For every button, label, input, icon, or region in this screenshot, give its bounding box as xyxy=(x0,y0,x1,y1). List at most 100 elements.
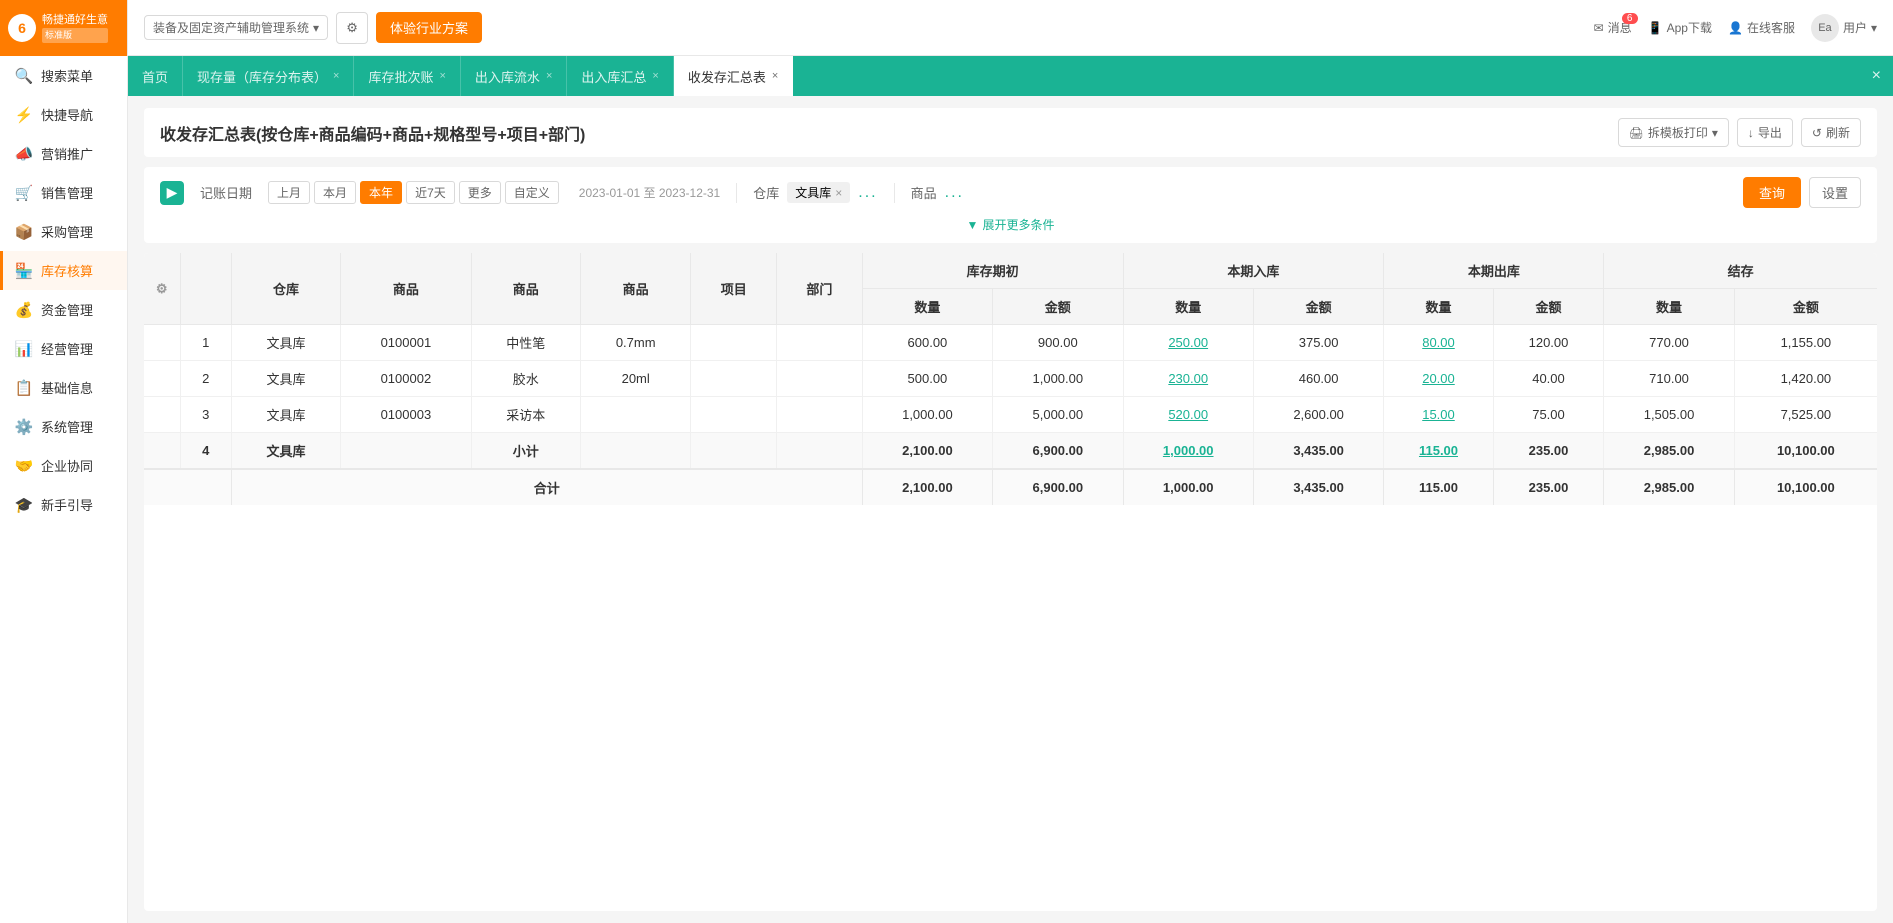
cell-project xyxy=(691,325,777,361)
date-btn-this-year[interactable]: 本年 xyxy=(360,181,402,204)
date-btn-last-month[interactable]: 上月 xyxy=(268,181,310,204)
cell-out-qty[interactable]: 15.00 xyxy=(1384,397,1493,433)
goods-more-dots[interactable]: ... xyxy=(945,184,964,202)
cell-end-qty: 710.00 xyxy=(1604,361,1734,397)
cell-end-amt: 10,100.00 xyxy=(1734,433,1877,470)
table-settings-icon[interactable]: ⚙ xyxy=(156,281,168,296)
gear-icon: ⚙ xyxy=(346,20,358,36)
cell-goods-name: 胶水 xyxy=(471,361,580,397)
sidebar-item-finance[interactable]: 💰 资金管理 xyxy=(0,290,127,329)
tab-recv-send[interactable]: 收发存汇总表 × xyxy=(674,56,793,96)
inventory-icon: 🏪 xyxy=(15,262,33,280)
warehouse-tag: 文具库 × xyxy=(787,182,850,203)
cell-no: 3 xyxy=(180,397,231,433)
cell-open-amt: 5,000.00 xyxy=(993,397,1123,433)
page-title: 收发存汇总表(按仓库+商品编码+商品+规格型号+项目+部门) xyxy=(160,121,585,145)
tab-inout-summary[interactable]: 出入库汇总 × xyxy=(567,56,673,96)
tab-inventory-dist[interactable]: 现存量（库存分布表） × xyxy=(183,56,354,96)
tab-batch[interactable]: 库存批次账 × xyxy=(354,56,460,96)
cell-in-qty[interactable]: 250.00 xyxy=(1123,325,1253,361)
sidebar-item-sales[interactable]: 🛒 销售管理 xyxy=(0,173,127,212)
sidebar-item-enterprise[interactable]: 🤝 企业协同 xyxy=(0,446,127,485)
table-row: 4文具库小计2,100.006,900.001,000.003,435.0011… xyxy=(144,433,1877,470)
app-download-action[interactable]: 📱 App下载 xyxy=(1648,19,1712,36)
toolbar: 🖨 拆模板打印 ▾ ↓ 导出 ↺ 刷新 xyxy=(1618,118,1861,147)
cell-settings xyxy=(144,433,180,470)
refresh-button[interactable]: ↺ 刷新 xyxy=(1801,118,1861,147)
export-button[interactable]: ↓ 导出 xyxy=(1737,118,1793,147)
date-btn-this-month[interactable]: 本月 xyxy=(314,181,356,204)
tab-close-inout-flow[interactable]: × xyxy=(546,70,552,82)
cell-in-qty[interactable]: 520.00 xyxy=(1123,397,1253,433)
experience-button[interactable]: 体验行业方案 xyxy=(376,12,482,43)
sidebar-item-search[interactable]: 🔍 搜索菜单 xyxy=(0,56,127,95)
tab-home[interactable]: 首页 xyxy=(128,56,183,96)
tab-close-recv-send[interactable]: × xyxy=(772,70,778,82)
cell-out-amt: 75.00 xyxy=(1493,397,1604,433)
cell-in-amt: 2,600.00 xyxy=(1253,397,1383,433)
th-end-qty: 数量 xyxy=(1604,289,1734,325)
tab-close-batch[interactable]: × xyxy=(439,70,445,82)
header-right: ✉ 消息 6 📱 App下载 👤 在线客服 Ea 用户 ▾ xyxy=(1594,14,1877,42)
cell-out-qty[interactable]: 20.00 xyxy=(1384,361,1493,397)
th-open-amt: 金额 xyxy=(993,289,1123,325)
expand-conditions-button[interactable]: ▼ 展开更多条件 xyxy=(967,216,1055,233)
service-icon: 👤 xyxy=(1728,21,1743,35)
header-left: 装备及固定资产辅助管理系统 ▾ ⚙ 体验行业方案 xyxy=(144,12,482,44)
th-no xyxy=(180,253,231,325)
cell-end-qty: 1,505.00 xyxy=(1604,397,1734,433)
footer-label xyxy=(144,469,231,505)
settings-button[interactable]: ⚙ xyxy=(336,12,368,44)
cell-in-amt: 375.00 xyxy=(1253,325,1383,361)
online-service-action[interactable]: 👤 在线客服 xyxy=(1728,19,1795,36)
footer-end-qty: 2,985.00 xyxy=(1604,469,1734,505)
sidebar-item-guide[interactable]: 🎓 新手引导 xyxy=(0,485,127,524)
cell-dept xyxy=(777,433,863,470)
expand-icon: ▼ xyxy=(967,218,979,232)
sidebar-item-marketing[interactable]: 📣 营销推广 xyxy=(0,134,127,173)
filter-settings-button[interactable]: 设置 xyxy=(1809,177,1861,208)
sidebar-item-basic[interactable]: 📋 基础信息 xyxy=(0,368,127,407)
tab-close-inventory-dist[interactable]: × xyxy=(333,70,339,82)
cell-warehouse: 文具库 xyxy=(231,433,340,470)
cell-open-qty: 500.00 xyxy=(862,361,992,397)
th-group-out: 本期出库 xyxy=(1384,253,1604,289)
cell-in-qty[interactable]: 1,000.00 xyxy=(1123,433,1253,470)
data-table: ⚙ 仓库 商品 商品 商品 项目 部门 库存期初 本期入库 本期出库 结存 xyxy=(144,253,1877,505)
query-button[interactable]: 查询 xyxy=(1743,177,1801,208)
warehouse-tag-close[interactable]: × xyxy=(835,186,842,200)
filter-toggle-button[interactable]: ▶ xyxy=(160,181,184,205)
sidebar-item-system[interactable]: ⚙️ 系统管理 xyxy=(0,407,127,446)
finance-icon: 💰 xyxy=(15,301,33,319)
cell-settings xyxy=(144,397,180,433)
cell-dept xyxy=(777,325,863,361)
date-btn-custom[interactable]: 自定义 xyxy=(505,181,559,204)
date-btn-more[interactable]: 更多 xyxy=(459,181,501,204)
cell-out-qty[interactable]: 115.00 xyxy=(1384,433,1493,470)
footer-in-qty: 1,000.00 xyxy=(1123,469,1253,505)
cell-goods-code: 0100002 xyxy=(341,361,471,397)
sidebar-item-quick[interactable]: ⚡ 快捷导航 xyxy=(0,95,127,134)
refresh-icon: ↺ xyxy=(1812,126,1822,140)
print-button[interactable]: 🖨 拆模板打印 ▾ xyxy=(1618,118,1729,147)
cell-goods-name: 中性笔 xyxy=(471,325,580,361)
tab-bar-close[interactable]: × xyxy=(1860,67,1893,85)
tab-close-inout-summary[interactable]: × xyxy=(652,70,658,82)
cell-in-qty[interactable]: 230.00 xyxy=(1123,361,1253,397)
tab-inout-flow[interactable]: 出入库流水 × xyxy=(461,56,567,96)
cell-out-qty[interactable]: 80.00 xyxy=(1384,325,1493,361)
filter-bar: ▶ 记账日期 上月 本月 本年 近7天 更多 自定义 2023-01-01 至 … xyxy=(144,167,1877,243)
table-row: 1文具库0100001中性笔0.7mm600.00900.00250.00375… xyxy=(144,325,1877,361)
user-action[interactable]: Ea 用户 ▾ xyxy=(1811,14,1877,42)
cell-project xyxy=(691,397,777,433)
th-settings: ⚙ xyxy=(144,253,180,325)
sidebar-item-purchase[interactable]: 📦 采购管理 xyxy=(0,212,127,251)
sidebar-item-operations[interactable]: 📊 经营管理 xyxy=(0,329,127,368)
sales-icon: 🛒 xyxy=(15,184,33,202)
warehouse-more-dots[interactable]: ... xyxy=(858,184,877,202)
system-title-dropdown[interactable]: 装备及固定资产辅助管理系统 ▾ xyxy=(144,15,328,40)
sidebar-item-inventory[interactable]: 🏪 库存核算 xyxy=(0,251,127,290)
message-action[interactable]: ✉ 消息 6 xyxy=(1594,19,1632,36)
enterprise-icon: 🤝 xyxy=(15,457,33,475)
date-btn-7days[interactable]: 近7天 xyxy=(406,181,455,204)
